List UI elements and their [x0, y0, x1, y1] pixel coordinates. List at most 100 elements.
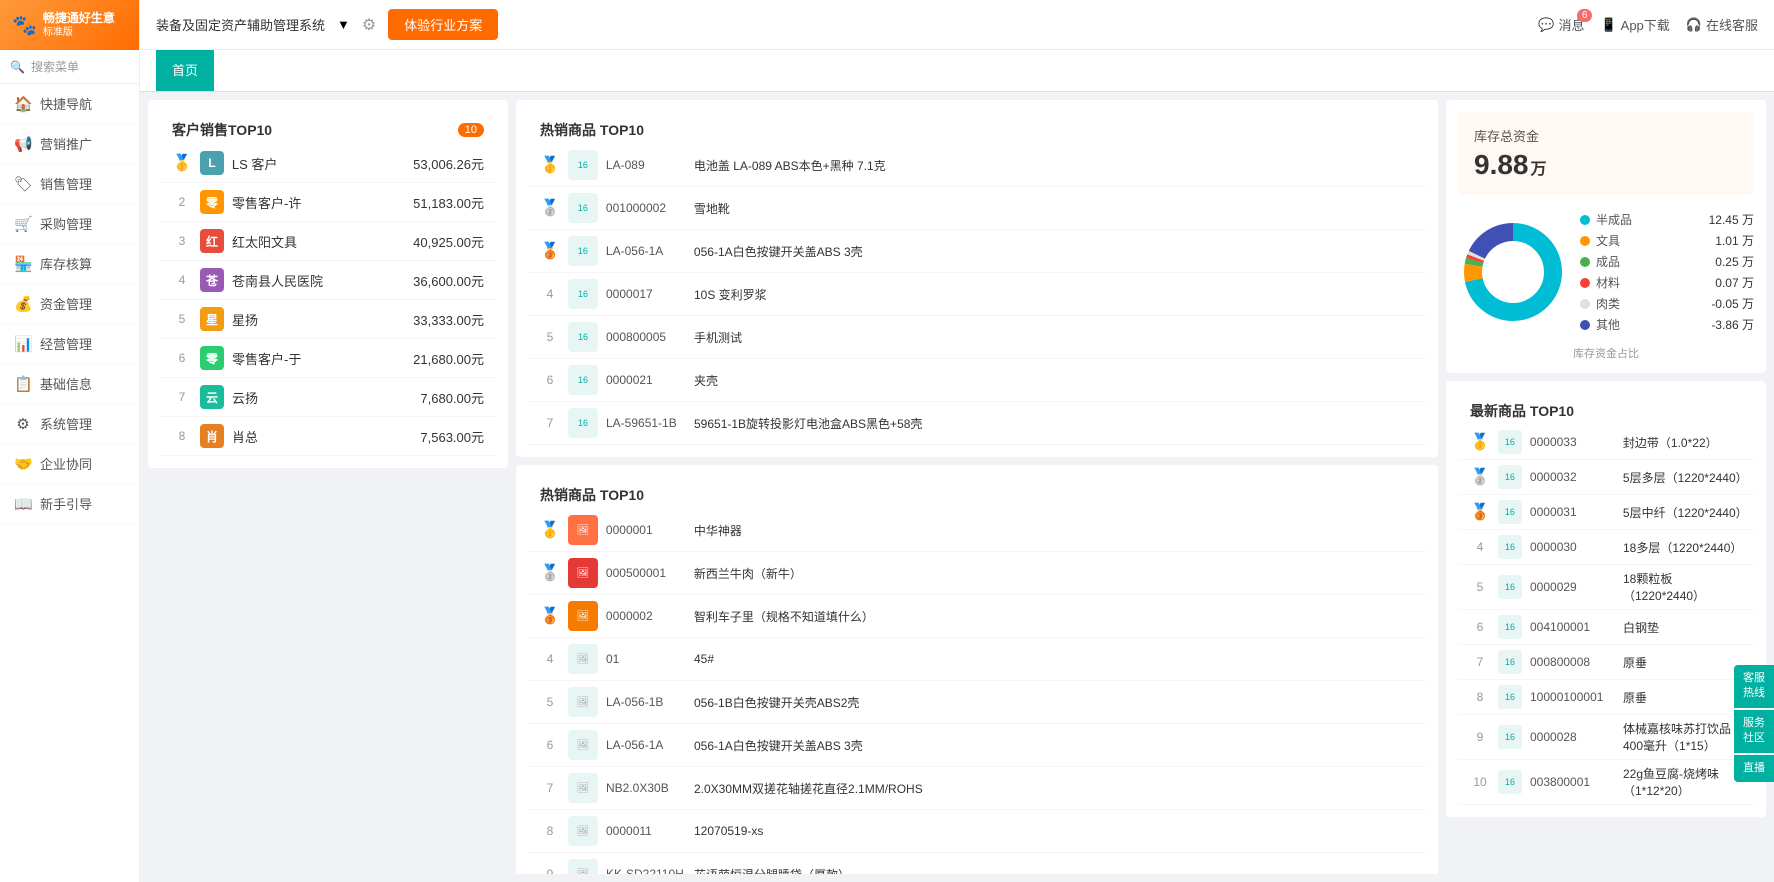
legend-dot — [1580, 215, 1590, 225]
rank-badge: 零 — [200, 346, 224, 370]
newest-products-card: 最新商品 TOP10 🥇 16 0000033 封边带（1.0*22） 🥈 16… — [1446, 381, 1766, 817]
rank-num: 4 — [172, 273, 192, 287]
newest-code: 0000028 — [1530, 730, 1615, 744]
inventory-legend: 半成品 12.45 万 文具 1.01 万 成品 0.25 万 材料 0.07 … — [1580, 211, 1754, 333]
product-name: 雪地靴 — [694, 200, 1414, 217]
legend-val: -0.05 万 — [1711, 295, 1754, 312]
trial-button[interactable]: 体验行业方案 — [388, 9, 498, 40]
online-service-button[interactable]: 🎧 在线客服 — [1686, 15, 1758, 34]
newest-thumb: 16 — [1498, 430, 1522, 454]
rank-badge: 肖 — [200, 424, 224, 448]
newest-thumb: 16 — [1498, 650, 1522, 674]
sidebar-item-guide[interactable]: 📖新手引导 — [0, 484, 139, 524]
hot-product-mid-item: 5 16 000800005 手机测试 — [528, 316, 1426, 359]
rank-num: 5 — [172, 312, 192, 326]
sidebar-item-cooperation[interactable]: 🤝企业协同 — [0, 444, 139, 484]
product-name: 59651-1B旋转投影灯电池盒ABS黑色+58壳 — [694, 415, 1414, 432]
nav-label-finance: 资金管理 — [40, 294, 92, 313]
chevron-down-icon: ▼ — [337, 17, 350, 32]
nav-icon-quick-nav: 🏠 — [14, 95, 32, 113]
hot-product-item: 9 🖼 KK-SD22110H 花语萌恒温分腿睡袋（厚款） — [528, 853, 1426, 874]
legend-dot — [1580, 236, 1590, 246]
product-code: 000500001 — [606, 566, 686, 580]
headset-icon: 🎧 — [1686, 17, 1702, 33]
product-thumb: 🖼 — [568, 816, 598, 846]
content-area: 首页 客户销售TOP10 10 🥇 L LS 客户 53,006.26元 2 零… — [140, 50, 1774, 882]
donut-section: 半成品 12.45 万 文具 1.01 万 成品 0.25 万 材料 0.07 … — [1458, 203, 1754, 341]
rank-name: 星扬 — [232, 310, 405, 329]
float-btn-0[interactable]: 客服热线 — [1734, 665, 1774, 708]
float-btn-2[interactable]: 直播 — [1734, 755, 1774, 782]
product-code: 0000011 — [606, 824, 686, 838]
customer-ranking-list: 🥇 L LS 客户 53,006.26元 2 零 零售客户-许 51,183.0… — [160, 144, 496, 456]
mid-column: 热销商品 TOP10 🥇 16 LA-089 电池盖 LA-089 ABS本色+… — [516, 100, 1438, 874]
newest-product-item: 5 16 0000029 18颗粒板（1220*2440） — [1458, 565, 1754, 610]
product-code: LA-59651-1B — [606, 416, 686, 430]
nav-label-basics: 基础信息 — [40, 374, 92, 393]
sidebar-item-operations[interactable]: 📊经营管理 — [0, 324, 139, 364]
sidebar-search[interactable]: 🔍 搜索菜单 — [0, 50, 139, 84]
rank-badge: 星 — [200, 307, 224, 331]
legend-item: 成品 0.25 万 — [1580, 253, 1754, 270]
newest-code: 0000033 — [1530, 435, 1615, 449]
newest-product-item: 🥈 16 0000032 5层多层（1220*2440） — [1458, 460, 1754, 495]
donut-chart — [1458, 217, 1568, 327]
customer-ranking-card: 客户销售TOP10 10 🥇 L LS 客户 53,006.26元 2 零 零售… — [148, 100, 508, 468]
sidebar-item-quick-nav[interactable]: 🏠快捷导航 — [0, 84, 139, 124]
rank-amount: 33,333.00元 — [413, 310, 484, 329]
sidebar-item-inventory[interactable]: 🏪库存核算 — [0, 244, 139, 284]
ranking-item: 2 零 零售客户-许 51,183.00元 — [160, 183, 496, 222]
mobile-icon: 📱 — [1600, 17, 1616, 33]
hot-product-mid-item: 6 16 0000021 夹壳 — [528, 359, 1426, 402]
app-download-button[interactable]: 📱 App下载 — [1600, 15, 1669, 34]
legend-name: 其他 — [1596, 316, 1705, 333]
system-name: 装备及固定资产辅助管理系统 — [156, 15, 325, 34]
newest-product-item: 🥇 16 0000033 封边带（1.0*22） — [1458, 425, 1754, 460]
sidebar-item-sales[interactable]: 🏷销售管理 — [0, 164, 139, 204]
newest-thumb: 16 — [1498, 465, 1522, 489]
legend-item: 半成品 12.45 万 — [1580, 211, 1754, 228]
newest-name: 白钢垫 — [1623, 619, 1742, 636]
rank-num: 7 — [172, 390, 192, 404]
product-thumb: 🖼 — [568, 558, 598, 588]
sidebar-item-marketing[interactable]: 📢营销推广 — [0, 124, 139, 164]
product-name: 056-1A白色按键开关盖ABS 3壳 — [694, 737, 1414, 754]
rank-num: 7 — [540, 781, 560, 795]
legend-item: 材料 0.07 万 — [1580, 274, 1754, 291]
rank-num: 8 — [540, 824, 560, 838]
product-code: 0000001 — [606, 523, 686, 537]
messages-button[interactable]: 💬 消息 6 — [1538, 15, 1584, 34]
medal-icon: 🥈 — [540, 563, 560, 583]
topbar-right: 💬 消息 6 📱 App下载 🎧 在线客服 — [1538, 15, 1758, 34]
tab-home[interactable]: 首页 — [156, 50, 214, 91]
product-thumb: 16 — [568, 279, 598, 309]
gear-icon[interactable]: ⚙ — [362, 15, 376, 35]
left-column: 客户销售TOP10 10 🥇 L LS 客户 53,006.26元 2 零 零售… — [148, 100, 508, 874]
inventory-total-label: 库存总资金 — [1474, 126, 1738, 145]
legend-item: 文具 1.01 万 — [1580, 232, 1754, 249]
ranking-item: 8 肖 肖总 7,563.00元 — [160, 417, 496, 456]
legend-name: 材料 — [1596, 274, 1709, 291]
sidebar-item-basics[interactable]: 📋基础信息 — [0, 364, 139, 404]
newest-name: 原垂 — [1623, 654, 1742, 671]
logo-name: 畅捷通好生意 — [43, 11, 115, 27]
product-code: LA-089 — [606, 158, 686, 172]
float-btn-1[interactable]: 服务社区 — [1734, 710, 1774, 753]
medal-icon: 🥇 — [540, 155, 560, 175]
product-name: 手机测试 — [694, 329, 1414, 346]
legend-name: 半成品 — [1596, 211, 1703, 228]
product-code: 0000002 — [606, 609, 686, 623]
sidebar-item-system[interactable]: ⚙系统管理 — [0, 404, 139, 444]
product-thumb: 16 — [568, 193, 598, 223]
newest-name: 封边带（1.0*22） — [1623, 434, 1742, 451]
sidebar-item-finance[interactable]: 💰资金管理 — [0, 284, 139, 324]
hot-products-mid-card: 热销商品 TOP10 🥇 16 LA-089 电池盖 LA-089 ABS本色+… — [516, 100, 1438, 457]
inventory-card: 库存总资金 9.88 万 — [1446, 100, 1766, 373]
product-code: 0000021 — [606, 373, 686, 387]
hot-product-mid-item: 🥈 16 001000002 雪地靴 — [528, 187, 1426, 230]
legend-val: 12.45 万 — [1709, 211, 1754, 228]
sidebar-item-purchase[interactable]: 🛒采购管理 — [0, 204, 139, 244]
hot-product-mid-item: 🥉 16 LA-056-1A 056-1A白色按键开关盖ABS 3壳 — [528, 230, 1426, 273]
product-name: 新西兰牛肉（新牛） — [694, 565, 1414, 582]
ranking-item: 4 苍 苍南县人民医院 36,600.00元 — [160, 261, 496, 300]
